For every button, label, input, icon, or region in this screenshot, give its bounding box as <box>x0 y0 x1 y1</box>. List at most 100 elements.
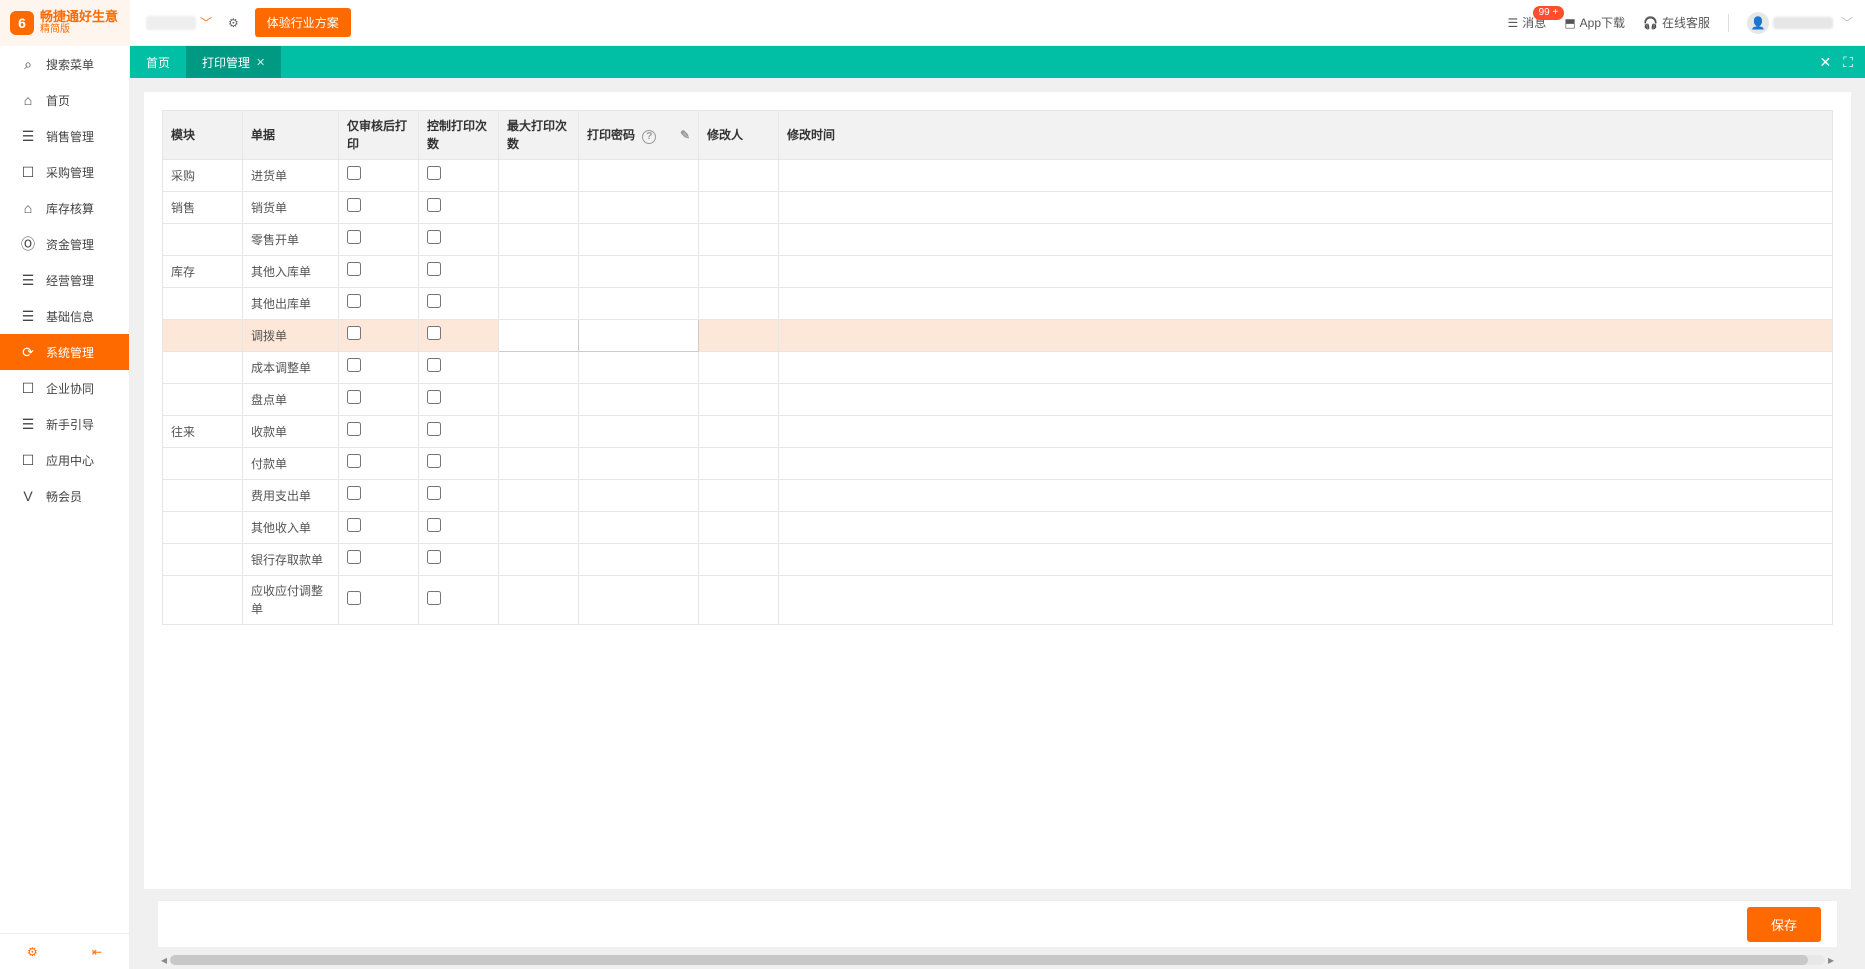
chevron-down-icon: ﹀ <box>1841 14 1853 31</box>
checkbox-limit[interactable] <box>427 262 441 276</box>
sidebar-item-appcenter[interactable]: ☐应用中心 <box>0 442 129 478</box>
sidebar-item-base[interactable]: ☰基础信息 <box>0 298 129 334</box>
checkbox-limit[interactable] <box>427 230 441 244</box>
cell-editor <box>699 384 779 416</box>
sidebar-collapse-icon[interactable]: ⇤ <box>92 945 102 959</box>
checkbox-after-audit[interactable] <box>347 454 361 468</box>
sidebar-item-vip[interactable]: V畅会员 <box>0 478 129 514</box>
cell-time <box>779 384 1833 416</box>
cell-module <box>163 352 243 384</box>
checkbox-after-audit[interactable] <box>347 262 361 276</box>
sidebar-item-label: 资金管理 <box>46 236 94 253</box>
scroll-track[interactable] <box>170 955 1825 965</box>
table-row: 盘点单 <box>163 384 1833 416</box>
user-menu[interactable]: 👤 ﹀ <box>1747 12 1853 34</box>
checkbox-limit[interactable] <box>427 326 441 340</box>
sidebar-item-label: 采购管理 <box>46 164 94 181</box>
vip-icon: V <box>20 488 36 504</box>
settings-gear-icon[interactable]: ⚙ <box>228 16 239 30</box>
cell-pwd <box>579 416 699 448</box>
cell-editor <box>699 416 779 448</box>
sidebar-item-system[interactable]: ⟳系统管理 <box>0 334 129 370</box>
checkbox-limit[interactable] <box>427 591 441 605</box>
checkbox-limit[interactable] <box>427 518 441 532</box>
cell-time <box>779 288 1833 320</box>
checkbox-after-audit[interactable] <box>347 358 361 372</box>
save-button[interactable]: 保存 <box>1747 907 1821 942</box>
checkbox-limit[interactable] <box>427 358 441 372</box>
sidebar-item-search[interactable]: ⌕搜索菜单 <box>0 46 129 82</box>
checkbox-limit[interactable] <box>427 390 441 404</box>
sidebar-settings-icon[interactable]: ⚙ <box>27 945 38 959</box>
checkbox-after-audit[interactable] <box>347 166 361 180</box>
tab-打印管理[interactable]: 打印管理✕ <box>186 46 281 78</box>
cell-editor <box>699 224 779 256</box>
checkbox-after-audit[interactable] <box>347 390 361 404</box>
sidebar-item-home[interactable]: ⌂首页 <box>0 82 129 118</box>
fullscreen-icon[interactable]: ⛶ <box>1843 54 1853 71</box>
org-selector[interactable]: ﹀ <box>146 14 212 31</box>
checkbox-after-audit[interactable] <box>347 198 361 212</box>
checkbox-after-audit[interactable] <box>347 422 361 436</box>
scroll-right-icon[interactable]: ▸ <box>1825 953 1837 967</box>
topbar-msg[interactable]: ☰ 消息 99 + <box>1508 14 1547 31</box>
sidebar-item-biz[interactable]: ☰经营管理 <box>0 262 129 298</box>
sidebar-item-stock[interactable]: ⌂库存核算 <box>0 190 129 226</box>
topbar-appdownload[interactable]: ⬒ App下载 <box>1564 14 1625 31</box>
cell-doc: 银行存取款单 <box>243 544 339 576</box>
cell-after-audit <box>339 352 419 384</box>
checkbox-after-audit[interactable] <box>347 230 361 244</box>
checkbox-after-audit[interactable] <box>347 326 361 340</box>
checkbox-after-audit[interactable] <box>347 591 361 605</box>
checkbox-limit[interactable] <box>427 550 441 564</box>
checkbox-limit[interactable] <box>427 486 441 500</box>
table-row: 零售开单 <box>163 224 1833 256</box>
cell-max <box>499 160 579 192</box>
checkbox-limit[interactable] <box>427 166 441 180</box>
checkbox-after-audit[interactable] <box>347 486 361 500</box>
tab-close-all-icon[interactable]: ✕ <box>1819 54 1831 71</box>
cell-pwd <box>579 512 699 544</box>
cell-pwd <box>579 480 699 512</box>
help-icon[interactable]: ? <box>642 130 656 144</box>
checkbox-after-audit[interactable] <box>347 518 361 532</box>
cell-pwd[interactable] <box>579 320 699 352</box>
cell-time <box>779 512 1833 544</box>
checkbox-limit[interactable] <box>427 198 441 212</box>
cell-time <box>779 224 1833 256</box>
scroll-thumb[interactable] <box>170 955 1808 965</box>
sidebar-item-sales[interactable]: ☰销售管理 <box>0 118 129 154</box>
cell-editor <box>699 160 779 192</box>
guide-icon: ☰ <box>20 416 36 433</box>
avatar-icon: 👤 <box>1747 12 1769 34</box>
cell-max[interactable] <box>499 320 579 352</box>
cell-editor <box>699 192 779 224</box>
scroll-left-icon[interactable]: ◂ <box>158 953 170 967</box>
checkbox-limit[interactable] <box>427 422 441 436</box>
checkbox-limit[interactable] <box>427 294 441 308</box>
checkbox-after-audit[interactable] <box>347 294 361 308</box>
sidebar-item-guide[interactable]: ☰新手引导 <box>0 406 129 442</box>
table-row: 调拨单 <box>163 320 1833 352</box>
horizontal-scrollbar[interactable]: ◂ ▸ <box>158 955 1837 965</box>
cell-max <box>499 416 579 448</box>
checkbox-limit[interactable] <box>427 454 441 468</box>
tabs-bar: 首页打印管理✕ ✕ ⛶ <box>130 46 1865 78</box>
sidebar: ⌕搜索菜单⌂首页☰销售管理☐采购管理⌂库存核算Ⓞ资金管理☰经营管理☰基础信息⟳系… <box>0 46 130 969</box>
brand-subtitle: 精简版 <box>40 24 118 35</box>
checkbox-after-audit[interactable] <box>347 550 361 564</box>
tab-首页[interactable]: 首页 <box>130 46 186 78</box>
tab-close-icon[interactable]: ✕ <box>256 56 265 69</box>
cell-limit <box>419 352 499 384</box>
stock-icon: ⌂ <box>20 200 36 216</box>
table-row: 库存其他入库单 <box>163 256 1833 288</box>
try-industry-button[interactable]: 体验行业方案 <box>255 8 351 37</box>
sidebar-item-coop[interactable]: ☐企业协同 <box>0 370 129 406</box>
topbar-support[interactable]: 🎧 在线客服 <box>1643 14 1710 31</box>
cell-doc: 盘点单 <box>243 384 339 416</box>
table-row: 其他出库单 <box>163 288 1833 320</box>
sidebar-item-fund[interactable]: Ⓞ资金管理 <box>0 226 129 262</box>
sidebar-item-purchase[interactable]: ☐采购管理 <box>0 154 129 190</box>
edit-icon[interactable]: ✎ <box>680 126 690 144</box>
cell-module <box>163 448 243 480</box>
